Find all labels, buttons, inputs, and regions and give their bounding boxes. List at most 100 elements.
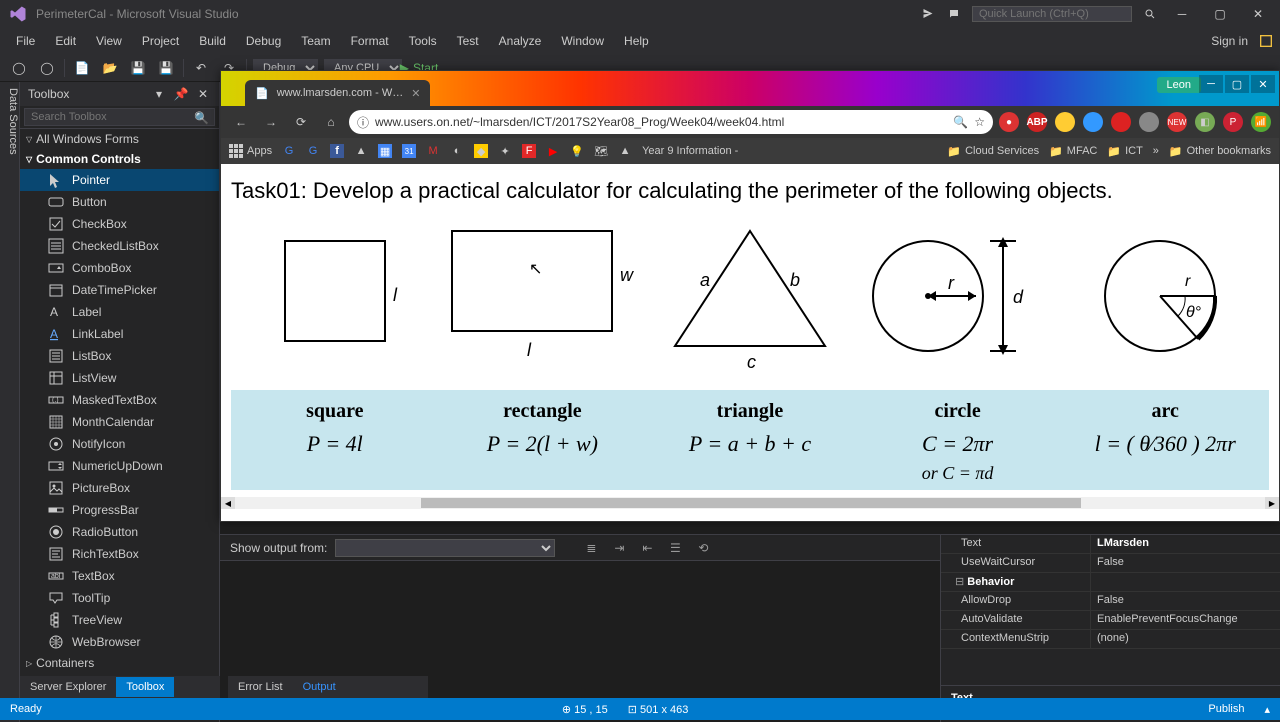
prop-group[interactable]: Behavior (941, 573, 1091, 591)
toolbox-x-icon[interactable]: ✕ (195, 86, 211, 102)
toolbox-item-richtextbox[interactable]: RichTextBox (20, 543, 219, 565)
prop-value[interactable]: EnablePreventFocusChange (1091, 611, 1280, 629)
toolbox-item-linklabel[interactable]: ALinkLabel (20, 323, 219, 345)
close-button[interactable]: ✕ (1244, 4, 1272, 24)
bookmark-overflow[interactable]: » (1153, 145, 1159, 157)
browser-home-button[interactable]: ⌂ (319, 110, 343, 134)
bookmark-folder-ict[interactable]: 📁ICT (1107, 145, 1142, 158)
tab-output[interactable]: Output (293, 677, 346, 697)
browser-back-button[interactable]: ← (229, 110, 253, 134)
browser-close-button[interactable]: ✕ (1251, 75, 1275, 93)
group-containers[interactable]: Containers (20, 653, 219, 673)
toolbox-item-tooltip[interactable]: ToolTip (20, 587, 219, 609)
toolbox-item-numericupdown[interactable]: NumericUpDown (20, 455, 219, 477)
browser-min-button[interactable]: ─ (1199, 75, 1223, 93)
horizontal-scrollbar[interactable]: ◀▶ (221, 497, 1279, 509)
sign-in-link[interactable]: Sign in (1201, 30, 1258, 52)
minimize-button[interactable]: ─ (1168, 4, 1196, 24)
out-icon-5[interactable]: ⟲ (693, 538, 713, 558)
group-common-controls[interactable]: Common Controls (20, 149, 219, 169)
menu-team[interactable]: Team (291, 30, 340, 52)
toolbox-item-listview[interactable]: ListView (20, 367, 219, 389)
prop-key[interactable]: AllowDrop (941, 592, 1091, 610)
toolbox-item-picturebox[interactable]: PictureBox (20, 477, 219, 499)
ext-pinterest-icon[interactable]: P (1223, 112, 1243, 132)
output-source-select[interactable] (335, 539, 555, 557)
new-file-button[interactable]: 📄 (71, 57, 93, 79)
bookmark-drive[interactable]: ▲ (354, 144, 368, 158)
search-icon[interactable] (1142, 6, 1158, 22)
toolbox-item-checkbox[interactable]: CheckBox (20, 213, 219, 235)
other-bookmarks[interactable]: 📁Other bookmarks (1169, 145, 1271, 158)
tab-server-explorer[interactable]: Server Explorer (20, 677, 116, 697)
toolbox-item-webbrowser[interactable]: WebBrowser (20, 631, 219, 653)
tab-close-icon[interactable]: ✕ (411, 87, 420, 100)
prop-key[interactable]: Text (941, 535, 1091, 553)
toolbox-item-button[interactable]: Button (20, 191, 219, 213)
toolbox-item-pointer[interactable]: Pointer (20, 169, 219, 191)
toolbox-item-label[interactable]: ALabel (20, 301, 219, 323)
toolbox-pin-icon[interactable]: ▾ (151, 86, 167, 102)
bookmark-7[interactable]: ◆ (474, 144, 488, 158)
menu-help[interactable]: Help (614, 30, 659, 52)
toolbox-item-textbox[interactable]: ablTextBox (20, 565, 219, 587)
bookmark-flipboard[interactable]: F (522, 144, 536, 158)
toolbox-item-datetimepicker[interactable]: DateTimePicker (20, 279, 219, 301)
ext-new-icon[interactable]: NEW (1167, 112, 1187, 132)
search-icon[interactable]: 🔍 (194, 111, 209, 125)
menu-tools[interactable]: Tools (399, 30, 447, 52)
toolbox-item-radiobutton[interactable]: RadioButton (20, 521, 219, 543)
tab-toolbox[interactable]: Toolbox (116, 677, 174, 697)
out-icon-1[interactable]: ≣ (581, 538, 601, 558)
undo-button[interactable]: ↶ (190, 57, 212, 79)
apps-button[interactable]: Apps (229, 144, 272, 158)
menu-edit[interactable]: Edit (45, 30, 86, 52)
toolbox-search-input[interactable] (24, 108, 215, 126)
prop-key[interactable]: AutoValidate (941, 611, 1091, 629)
maximize-button[interactable]: ▢ (1206, 4, 1234, 24)
bookmark-6[interactable]: ◐ (450, 144, 464, 158)
save-button[interactable]: 💾 (127, 57, 149, 79)
browser-forward-button[interactable]: → (259, 110, 283, 134)
ext-icon-6[interactable] (1139, 112, 1159, 132)
site-info-icon[interactable]: ⓘ (357, 114, 369, 131)
bookmark-keep[interactable]: 💡 (570, 144, 584, 158)
toolbox-item-listbox[interactable]: ListBox (20, 345, 219, 367)
menu-file[interactable]: File (6, 30, 45, 52)
menu-analyze[interactable]: Analyze (489, 30, 552, 52)
account-icon[interactable] (1258, 33, 1274, 49)
toolbox-item-notifyicon[interactable]: NotifyIcon (20, 433, 219, 455)
bookmark-google1[interactable]: G (282, 144, 296, 158)
tab-error-list[interactable]: Error List (228, 677, 293, 697)
bookmark-gmail[interactable]: M (426, 144, 440, 158)
bookmark-youtube[interactable]: ▶ (546, 144, 560, 158)
publish-button[interactable]: Publish (1208, 703, 1244, 715)
browser-user-badge[interactable]: Leon (1157, 77, 1201, 93)
star-icon[interactable]: ☆ (974, 115, 985, 129)
toolbox-item-progressbar[interactable]: ProgressBar (20, 499, 219, 521)
feedback-icon[interactable] (946, 6, 962, 22)
bookmark-drive2[interactable]: ▲ (618, 144, 632, 158)
bookmark-folder-mfac[interactable]: 📁MFAC (1049, 145, 1097, 158)
ext-icon-8[interactable]: ◧ (1195, 112, 1215, 132)
menu-debug[interactable]: Debug (236, 30, 291, 52)
ext-pdf-icon[interactable] (1111, 112, 1131, 132)
out-icon-3[interactable]: ⇤ (637, 538, 657, 558)
ext-rss-icon[interactable]: 📶 (1251, 112, 1271, 132)
ext-icon-4[interactable] (1083, 112, 1103, 132)
bookmark-cal31[interactable]: 31 (402, 144, 416, 158)
bookmark-folder-cloud[interactable]: 📁Cloud Services (947, 145, 1039, 158)
toolbox-item-maskedtextbox[interactable]: (.)MaskedTextBox (20, 389, 219, 411)
ext-icon-1[interactable]: ● (999, 112, 1019, 132)
zoom-icon[interactable]: 🔍 (953, 115, 968, 129)
toolbox-close-icon[interactable]: 📌 (173, 86, 189, 102)
menu-view[interactable]: View (86, 30, 132, 52)
bookmark-cal[interactable]: ▦ (378, 144, 392, 158)
bookmark-google2[interactable]: G (306, 144, 320, 158)
toolbox-item-treeview[interactable]: TreeView (20, 609, 219, 631)
quick-launch-input[interactable] (972, 6, 1132, 22)
notifications-icon[interactable] (920, 6, 936, 22)
open-file-button[interactable]: 📂 (99, 57, 121, 79)
toolbox-item-checkedlistbox[interactable]: CheckedListBox (20, 235, 219, 257)
publish-dropdown-icon[interactable]: ▴ (1264, 703, 1270, 716)
